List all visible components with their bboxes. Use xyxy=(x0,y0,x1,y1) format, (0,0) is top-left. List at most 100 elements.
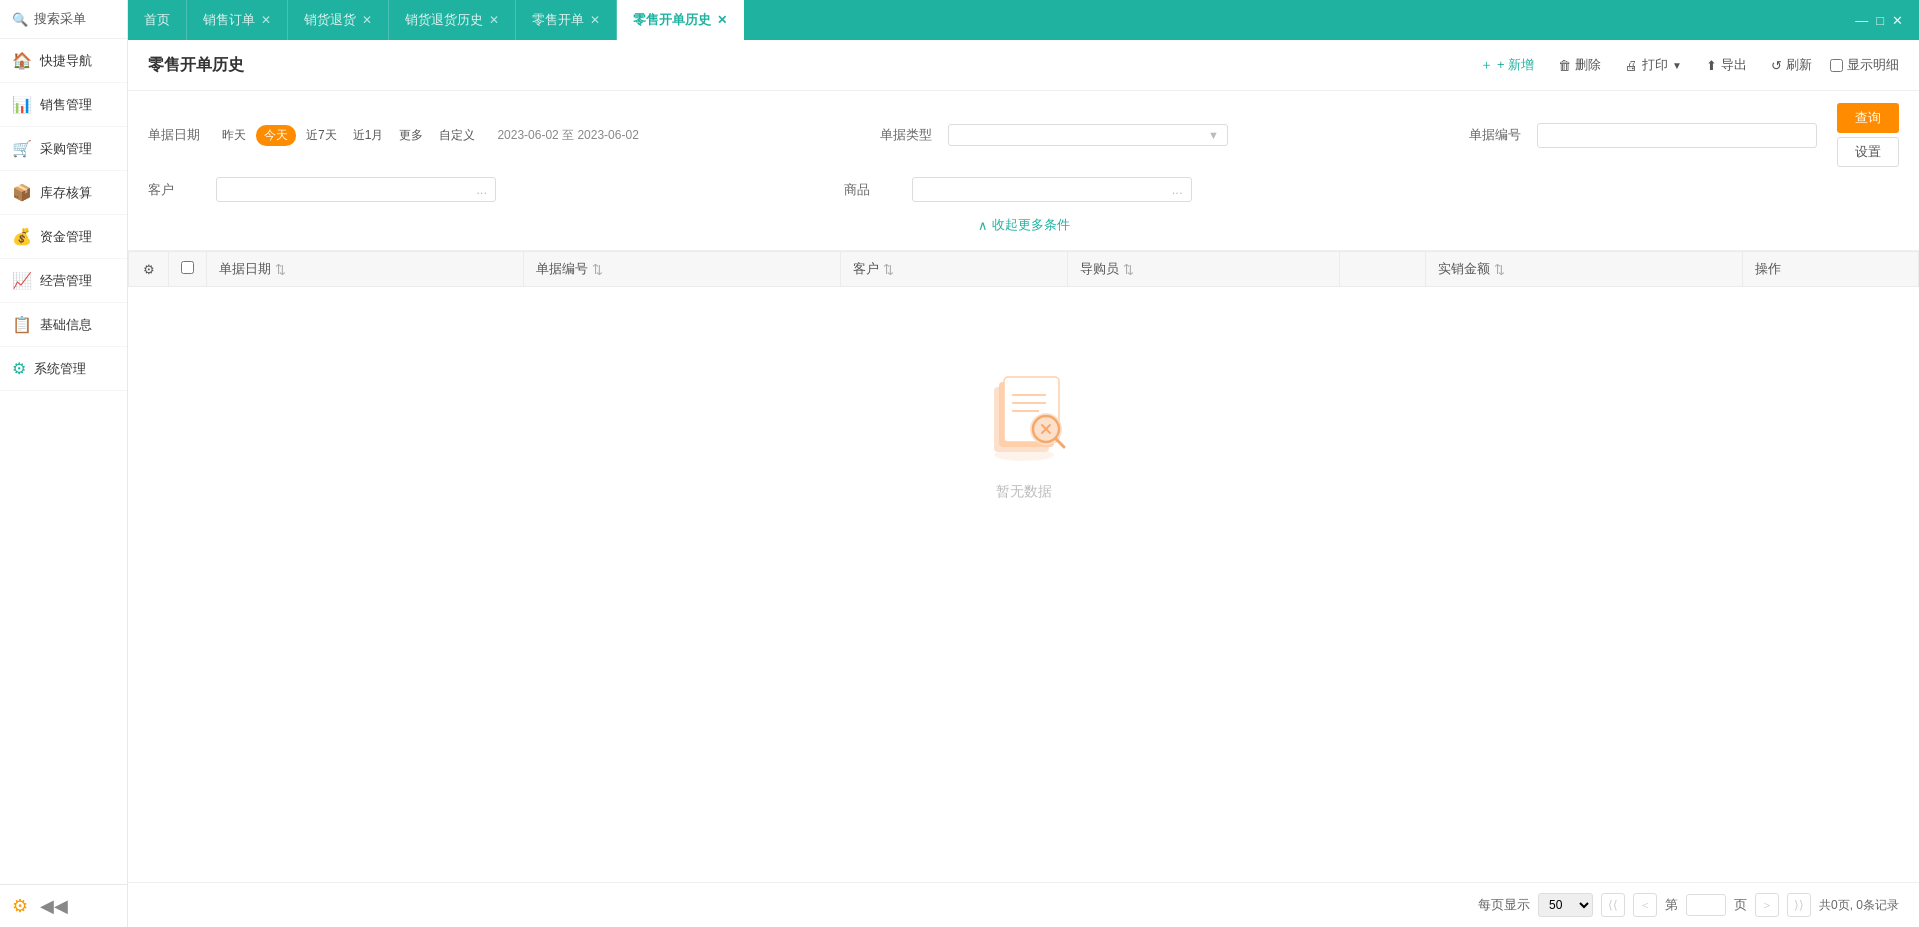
sys-icon: ⚙ xyxy=(12,359,26,378)
col-no[interactable]: 单据编号 ⇅ xyxy=(523,252,840,287)
new-button[interactable]: ＋ + 新增 xyxy=(1474,52,1540,78)
col-checkbox[interactable] xyxy=(169,252,207,287)
col-customer-sort-icon[interactable]: ⇅ xyxy=(883,262,894,277)
table-header-row: ⚙ 单据日期 ⇅ 单据编号 xyxy=(129,252,1919,287)
col-customer[interactable]: 客户 ⇅ xyxy=(840,252,1067,287)
prev-page-btn[interactable]: ＜ xyxy=(1633,893,1657,917)
tab-retail-open-history-close[interactable]: ✕ xyxy=(717,14,727,26)
doc-type-select[interactable]: ▼ xyxy=(948,124,1228,146)
delete-button[interactable]: 🗑 删除 xyxy=(1552,52,1607,78)
settings-button[interactable]: 设置 xyxy=(1837,137,1899,167)
doc-no-input[interactable] xyxy=(1537,123,1817,148)
tab-retail-open-label: 零售开单 xyxy=(532,11,584,29)
sidebar-item-sys-mgmt[interactable]: ⚙ 系统管理 xyxy=(0,347,127,391)
tab-sales-order-label: 销售订单 xyxy=(203,11,255,29)
tab-sales-order[interactable]: 销售订单 ✕ xyxy=(187,0,288,40)
col-date-sort-icon[interactable]: ⇅ xyxy=(275,262,286,277)
tab-retail-open[interactable]: 零售开单 ✕ xyxy=(516,0,617,40)
col-no-label: 单据编号 xyxy=(536,260,588,278)
home-icon: 🏠 xyxy=(12,51,32,70)
doc-type-label: 单据类型 xyxy=(880,126,936,144)
goods-dots-icon[interactable]: ... xyxy=(1172,182,1183,197)
tab-retail-open-history[interactable]: 零售开单历史 ✕ xyxy=(617,0,744,40)
show-detail-checkbox[interactable]: 显示明细 xyxy=(1830,56,1899,74)
sidebar-item-sales-mgmt[interactable]: 📊 销售管理 xyxy=(0,83,127,127)
per-page-select[interactable]: 50 10 20 100 xyxy=(1538,893,1593,917)
more-btn[interactable]: 更多 xyxy=(393,125,429,146)
empty-text: 暂无数据 xyxy=(996,483,1052,501)
date-filter-label: 单据日期 xyxy=(148,126,204,144)
collapse-label: 收起更多条件 xyxy=(992,216,1070,234)
next-page-btn[interactable]: ＞ xyxy=(1755,893,1779,917)
goods-input[interactable]: ... xyxy=(912,177,1192,202)
first-page-btn[interactable]: ⟨⟨ xyxy=(1601,893,1625,917)
date-range-display: 2023-06-02 至 2023-06-02 xyxy=(497,127,638,144)
col-no-sort-icon[interactable]: ⇅ xyxy=(592,262,603,277)
empty-row: 暂无数据 xyxy=(129,287,1919,542)
inventory-icon: 📦 xyxy=(12,183,32,202)
tab-bar: 首页 销售订单 ✕ 销货退货 ✕ 销货退货历史 ✕ 零售开单 ✕ 零售开单历史 … xyxy=(128,0,1919,40)
customer-dots-icon[interactable]: ... xyxy=(476,182,487,197)
refresh-button[interactable]: ↺ 刷新 xyxy=(1765,52,1818,78)
col-middle-spacer xyxy=(1340,252,1426,287)
pagination: 每页显示 50 10 20 100 ⟨⟨ ＜ 第 1 页 ＞ ⟩⟩ 共0页, 0… xyxy=(128,882,1919,927)
table-settings-icon[interactable]: ⚙ xyxy=(143,262,155,277)
table-container: ⚙ 单据日期 ⇅ 单据编号 xyxy=(128,251,1919,882)
col-amount-label: 实销金额 xyxy=(1438,260,1490,278)
window-minimize-icon[interactable]: — xyxy=(1855,13,1868,28)
sidebar-item-inventory[interactable]: 📦 库存核算 xyxy=(0,171,127,215)
sidebar-item-operations[interactable]: 📈 经营管理 xyxy=(0,259,127,303)
sidebar-search[interactable]: 🔍 搜索采单 xyxy=(0,0,127,39)
collapse-sidebar-icon[interactable]: ◀◀ xyxy=(40,895,68,917)
tab-sales-return-history-label: 销货退货历史 xyxy=(405,11,483,29)
last-month-btn[interactable]: 近1月 xyxy=(347,125,390,146)
content-area: 零售开单历史 ＋ + 新增 🗑 删除 🖨 打印 ▼ ⬆ 导出 xyxy=(128,40,1919,927)
sidebar-item-label: 基础信息 xyxy=(40,316,92,334)
new-label: + 新增 xyxy=(1497,56,1534,74)
tab-sales-order-close[interactable]: ✕ xyxy=(261,14,271,26)
main-area: 首页 销售订单 ✕ 销货退货 ✕ 销货退货历史 ✕ 零售开单 ✕ 零售开单历史 … xyxy=(128,0,1919,927)
today-btn[interactable]: 今天 xyxy=(256,125,296,146)
tab-sales-return-close[interactable]: ✕ xyxy=(362,14,372,26)
tab-sales-return-history-close[interactable]: ✕ xyxy=(489,14,499,26)
custom-btn[interactable]: 自定义 xyxy=(433,125,481,146)
last-page-btn[interactable]: ⟩⟩ xyxy=(1787,893,1811,917)
empty-icon xyxy=(974,367,1074,467)
col-amount[interactable]: 实销金额 ⇅ xyxy=(1426,252,1743,287)
query-button[interactable]: 查询 xyxy=(1837,103,1899,133)
filter-area: 单据日期 昨天 今天 近7天 近1月 更多 自定义 2023-06-02 至 2… xyxy=(128,91,1919,251)
col-date[interactable]: 单据日期 ⇅ xyxy=(207,252,524,287)
sidebar-item-label: 资金管理 xyxy=(40,228,92,246)
sidebar: 🔍 搜索采单 🏠 快捷导航 📊 销售管理 🛒 采购管理 📦 库存核算 💰 资金管… xyxy=(0,0,128,927)
last7-btn[interactable]: 近7天 xyxy=(300,125,343,146)
col-settings[interactable]: ⚙ xyxy=(129,252,169,287)
col-salesperson[interactable]: 导购员 ⇅ xyxy=(1068,252,1340,287)
tab-sales-return-history[interactable]: 销货退货历史 ✕ xyxy=(389,0,516,40)
col-salesperson-sort-icon[interactable]: ⇅ xyxy=(1123,262,1134,277)
export-button[interactable]: ⬆ 导出 xyxy=(1700,52,1753,78)
window-close-icon[interactable]: ✕ xyxy=(1892,13,1903,28)
new-icon: ＋ xyxy=(1480,56,1493,74)
sidebar-item-purchase-mgmt[interactable]: 🛒 采购管理 xyxy=(0,127,127,171)
settings-bottom-icon[interactable]: ⚙ xyxy=(12,895,28,917)
tab-sales-return[interactable]: 销货退货 ✕ xyxy=(288,0,389,40)
sidebar-item-quick-nav[interactable]: 🏠 快捷导航 xyxy=(0,39,127,83)
customer-input[interactable]: ... xyxy=(216,177,496,202)
doc-type-arrow-icon: ▼ xyxy=(1208,129,1219,141)
collapse-btn[interactable]: ∧ 收起更多条件 xyxy=(148,212,1899,238)
col-action: 操作 xyxy=(1743,252,1919,287)
window-maximize-icon[interactable]: □ xyxy=(1876,13,1884,28)
sales-icon: 📊 xyxy=(12,95,32,114)
select-all-checkbox[interactable] xyxy=(181,261,194,274)
yesterday-btn[interactable]: 昨天 xyxy=(216,125,252,146)
tab-retail-open-close[interactable]: ✕ xyxy=(590,14,600,26)
print-icon: 🖨 xyxy=(1625,58,1638,73)
col-amount-sort-icon[interactable]: ⇅ xyxy=(1494,262,1505,277)
sidebar-item-finance[interactable]: 💰 资金管理 xyxy=(0,215,127,259)
tab-home[interactable]: 首页 xyxy=(128,0,187,40)
print-button[interactable]: 🖨 打印 ▼ xyxy=(1619,52,1688,78)
sidebar-item-basic-info[interactable]: 📋 基础信息 xyxy=(0,303,127,347)
show-detail-input[interactable] xyxy=(1830,59,1843,72)
page-input[interactable]: 1 xyxy=(1686,894,1726,916)
data-table: ⚙ 单据日期 ⇅ 单据编号 xyxy=(128,251,1919,541)
